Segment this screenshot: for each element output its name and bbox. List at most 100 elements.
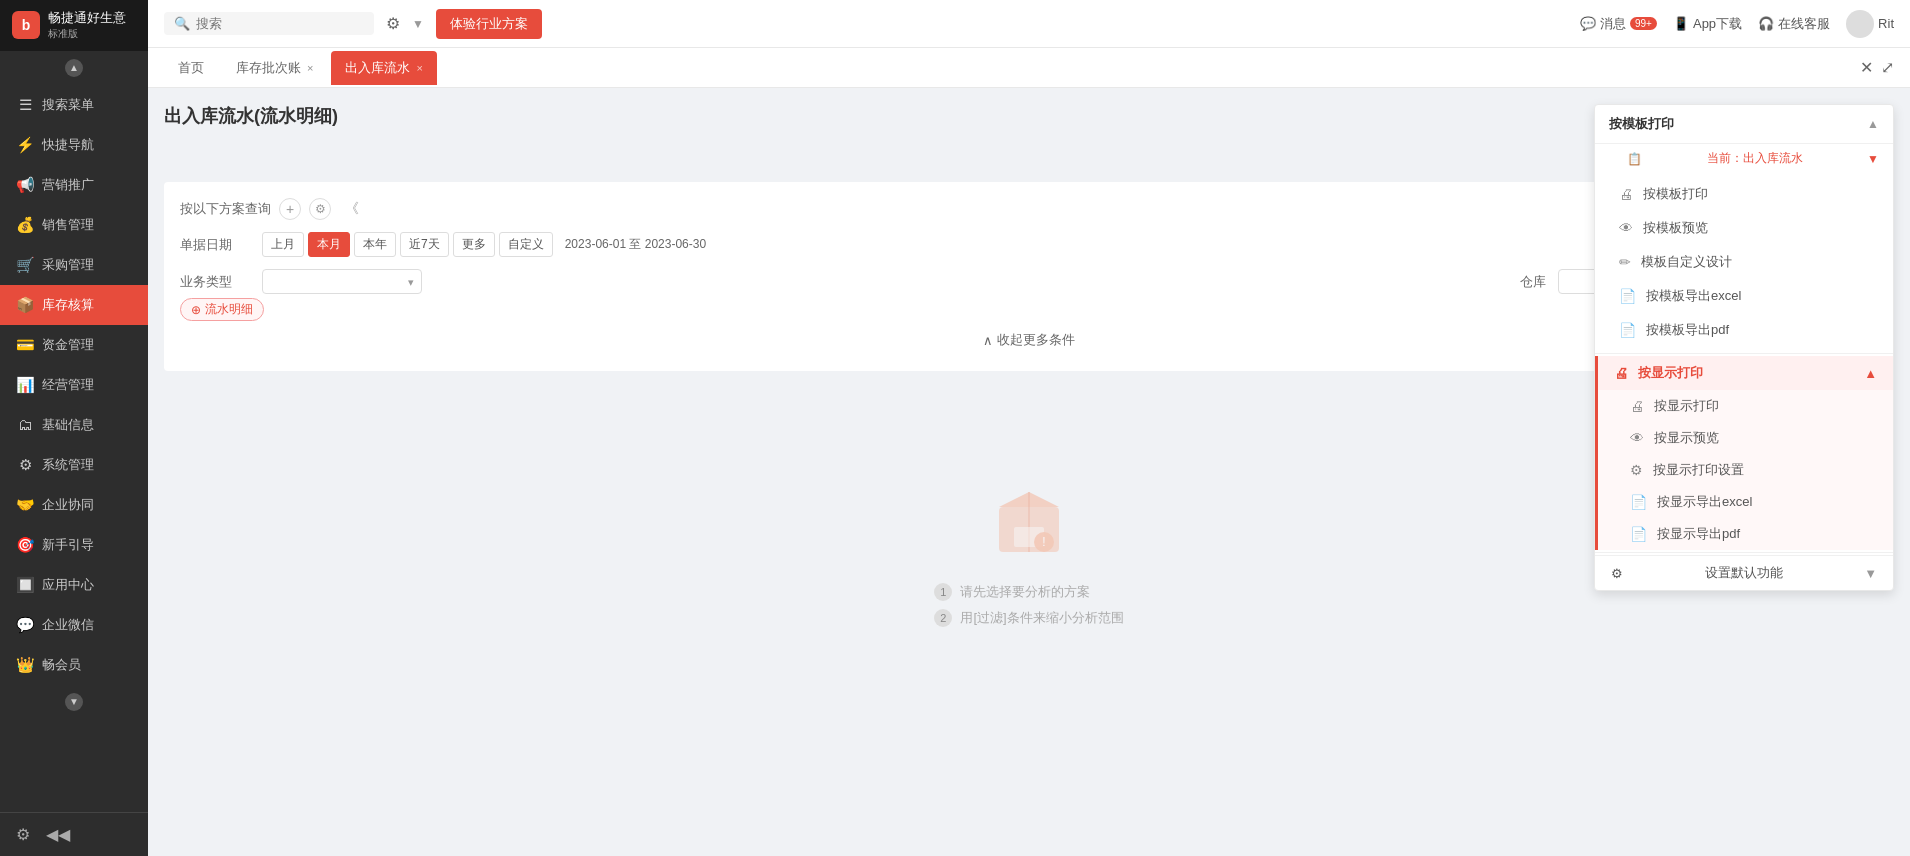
sidebar-item-beginner[interactable]: 🎯 新手引导 <box>0 525 148 565</box>
display-print-section: 🖨 按显示打印 ▲ 🖨 按显示打印 👁 按显示预览 ⚙ 按显示打印设置 <box>1595 356 1893 550</box>
printer2-icon: 🖨 <box>1630 398 1644 414</box>
tab-home[interactable]: 首页 <box>164 51 218 85</box>
app-title-block: 畅捷通好生意 标准版 <box>48 10 126 41</box>
dropdown-item-template-preview[interactable]: 👁 按模板预览 <box>1595 211 1893 245</box>
sidebar-header: b 畅捷通好生意 标准版 <box>0 0 148 51</box>
sidebar-item-label: 销售管理 <box>42 216 94 234</box>
app-download-button[interactable]: 📱 App下载 <box>1673 15 1742 33</box>
sidebar-item-purchase[interactable]: 🛒 采购管理 <box>0 245 148 285</box>
date-btn-this-month[interactable]: 本月 <box>308 232 350 257</box>
online-service-button[interactable]: 🎧 在线客服 <box>1758 15 1830 33</box>
footer-label: 设置默认功能 <box>1705 564 1783 582</box>
sidebar-item-inventory[interactable]: 📦 库存核算 <box>0 285 148 325</box>
sidebar-item-basic-info[interactable]: 🗂 基础信息 <box>0 405 148 445</box>
step-2-number: 2 <box>934 609 952 627</box>
sidebar-item-app-center[interactable]: 🔲 应用中心 <box>0 565 148 605</box>
sidebar-item-label: 企业协同 <box>42 496 94 514</box>
user-avatar-button[interactable]: Rit <box>1846 10 1894 38</box>
vip-icon: 👑 <box>16 656 34 674</box>
dropdown-item-template-custom[interactable]: ✏ 模板自定义设计 <box>1595 245 1893 279</box>
topbar-search[interactable]: 🔍 <box>164 12 374 35</box>
dropdown-item-display-preview[interactable]: 👁 按显示预览 <box>1598 422 1893 454</box>
date-btn-custom[interactable]: 自定义 <box>499 232 553 257</box>
dropdown-footer[interactable]: ⚙ 设置默认功能 ▼ <box>1595 555 1893 590</box>
search-input[interactable] <box>196 16 364 31</box>
app-title: 畅捷通好生意 <box>48 10 126 27</box>
dropdown-item-template-print[interactable]: 🖨 按模板打印 <box>1595 177 1893 211</box>
sidebar-item-search-menu[interactable]: ☰ 搜索菜单 <box>0 85 148 125</box>
filter-settings-button[interactable]: ⚙ <box>309 198 331 220</box>
dropdown-current: 📋 当前：出入库流水 ▼ <box>1595 144 1893 173</box>
tab-flow-close[interactable]: × <box>416 62 422 74</box>
sidebar-item-label: 快捷导航 <box>42 136 94 154</box>
date-btn-last-7-days[interactable]: 近7天 <box>400 232 449 257</box>
template-print-section: 🖨 按模板打印 👁 按模板预览 ✏ 模板自定义设计 📄 按模板导出excel 📄 <box>1595 173 1893 351</box>
dropdown-divider-2 <box>1595 552 1893 553</box>
business-type-label: 业务类型 <box>180 273 250 291</box>
dropdown-item-display-pdf[interactable]: 📄 按显示导出pdf <box>1598 518 1893 550</box>
headset-icon: 🎧 <box>1758 16 1774 31</box>
display-print-header[interactable]: 🖨 按显示打印 ▲ <box>1598 356 1893 390</box>
industry-solution-button[interactable]: 体验行业方案 <box>436 9 542 39</box>
step-1-number: 1 <box>934 583 952 601</box>
excel-icon: 📄 <box>1619 288 1636 304</box>
step-2-text: 用[过滤]条件来缩小分析范围 <box>960 609 1123 627</box>
sidebar-item-marketing[interactable]: 📢 营销推广 <box>0 165 148 205</box>
enterprise-icon: 🤝 <box>16 496 34 514</box>
window-close-icon[interactable]: ✕ <box>1860 58 1873 77</box>
collapse-icon[interactable]: ◀◀ <box>46 825 70 844</box>
date-btn-more[interactable]: 更多 <box>453 232 495 257</box>
business-type-select[interactable] <box>262 269 422 294</box>
empty-state-icon: ! <box>989 487 1069 567</box>
eye-icon: 👁 <box>1619 220 1633 236</box>
sidebar-item-enterprise-wechat[interactable]: 💬 企业微信 <box>0 605 148 645</box>
basic-info-icon: 🗂 <box>16 416 34 433</box>
sidebar-scroll-up[interactable]: ▲ <box>65 59 83 77</box>
sidebar-nav: ▲ ☰ 搜索菜单 ⚡ 快捷导航 📢 营销推广 💰 销售管理 🛒 采购管理 📦 库… <box>0 51 148 812</box>
dropdown-close-arrow[interactable]: ▲ <box>1867 117 1879 131</box>
display-print-icon: 🖨 <box>1614 365 1628 381</box>
sidebar-item-quick-nav[interactable]: ⚡ 快捷导航 <box>0 125 148 165</box>
sidebar-item-enterprise[interactable]: 🤝 企业协同 <box>0 485 148 525</box>
window-maximize-icon[interactable]: ⤢ <box>1881 58 1894 77</box>
empty-step-1: 1 请先选择要分析的方案 <box>934 583 1123 601</box>
dropdown-item-template-pdf[interactable]: 📄 按模板导出pdf <box>1595 313 1893 347</box>
message-button[interactable]: 💬 消息 99+ <box>1580 15 1657 33</box>
dropdown-item-template-excel[interactable]: 📄 按模板导出excel <box>1595 279 1893 313</box>
sidebar-item-sales[interactable]: 💰 销售管理 <box>0 205 148 245</box>
settings-icon[interactable]: ⚙ <box>16 825 30 844</box>
dropdown-item-display-settings[interactable]: ⚙ 按显示打印设置 <box>1598 454 1893 486</box>
filter-add-button[interactable]: + <box>279 198 301 220</box>
dropdown-item-display-print[interactable]: 🖨 按显示打印 <box>1598 390 1893 422</box>
filter-chip-icon: ⊕ <box>191 303 201 317</box>
svg-text:!: ! <box>1042 535 1045 549</box>
collapse-icon: ∧ <box>983 333 993 348</box>
sidebar-item-vip[interactable]: 👑 畅会员 <box>0 645 148 685</box>
date-btn-last-month[interactable]: 上月 <box>262 232 304 257</box>
sidebar-item-operations[interactable]: 📊 经营管理 <box>0 365 148 405</box>
message-icon: 💬 <box>1580 16 1596 31</box>
sidebar-item-label: 新手引导 <box>42 536 94 554</box>
phone-icon: 📱 <box>1673 16 1689 31</box>
app-download-label: App下载 <box>1693 15 1742 33</box>
tab-flow[interactable]: 出入库流水 × <box>331 51 436 85</box>
dropdown-item-display-excel[interactable]: 📄 按显示导出excel <box>1598 486 1893 518</box>
tab-batch-account[interactable]: 库存批次账 × <box>222 51 327 85</box>
gear-icon[interactable]: ⚙ <box>386 14 400 33</box>
filter-collapse-button[interactable]: 《 <box>339 198 365 220</box>
filter-chip-detail[interactable]: ⊕ 流水明细 <box>180 298 264 321</box>
date-btn-this-year[interactable]: 本年 <box>354 232 396 257</box>
sidebar-item-label: 营销推广 <box>42 176 94 194</box>
sidebar-item-funds[interactable]: 💳 资金管理 <box>0 325 148 365</box>
dropdown-divider <box>1595 353 1893 354</box>
dropdown-header: 按模板打印 ▲ <box>1595 105 1893 144</box>
gear2-icon: ⚙ <box>1630 462 1643 478</box>
sidebar-item-system[interactable]: ⚙ 系统管理 <box>0 445 148 485</box>
item-label: 按显示打印 <box>1654 397 1719 415</box>
edit-icon: ✏ <box>1619 254 1631 270</box>
sidebar-scroll-down[interactable]: ▼ <box>65 693 83 711</box>
item-label: 按模板导出pdf <box>1646 321 1729 339</box>
sidebar-footer: ⚙ ◀◀ <box>0 812 148 856</box>
sidebar-item-label: 资金管理 <box>42 336 94 354</box>
tab-batch-account-close[interactable]: × <box>307 62 313 74</box>
